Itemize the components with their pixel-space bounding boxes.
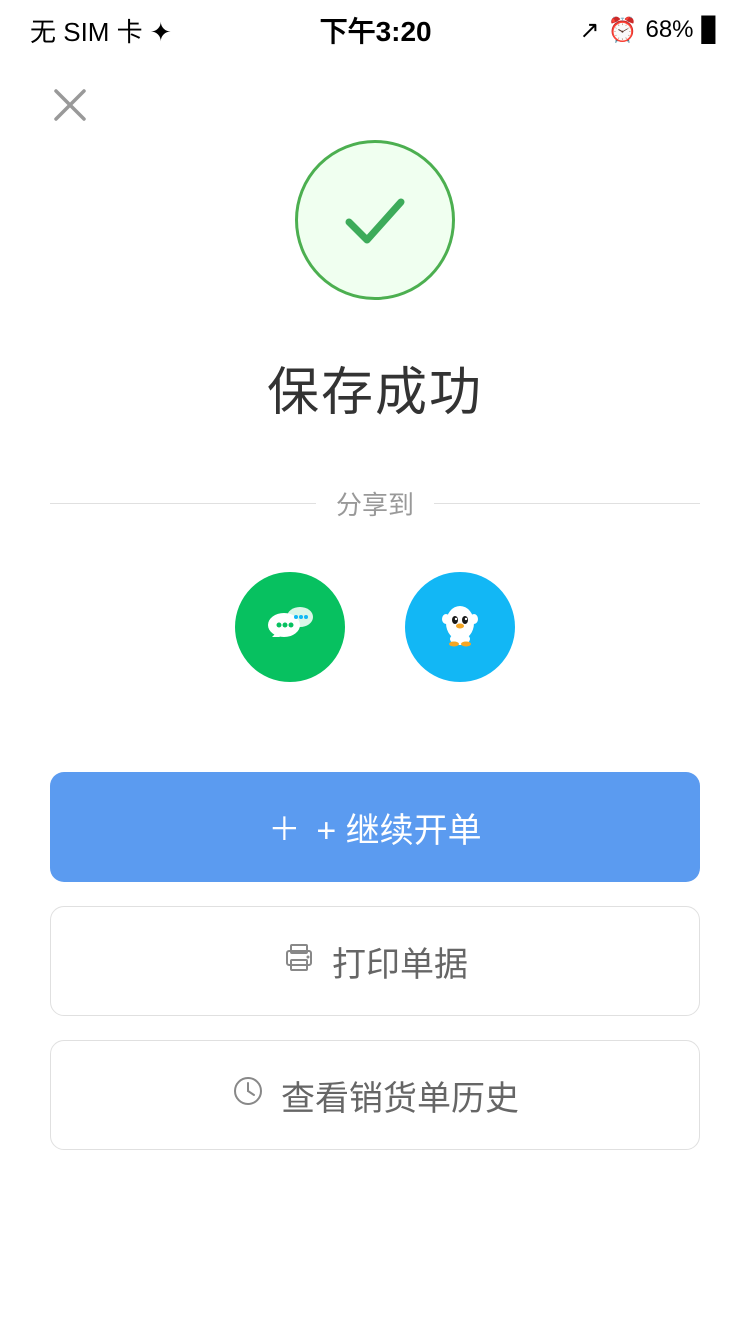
history-icon — [231, 1074, 265, 1116]
divider-right — [434, 503, 700, 504]
plus-icon: ＋ — [268, 804, 300, 850]
share-section: 分享到 — [0, 485, 750, 682]
success-circle — [295, 140, 455, 300]
alarm-icon: ⏰ — [608, 16, 638, 45]
print-label: 打印单据 — [332, 937, 468, 986]
close-icon — [52, 87, 88, 123]
print-button[interactable]: 打印单据 — [50, 906, 700, 1016]
share-label: 分享到 — [316, 485, 434, 522]
close-button[interactable] — [40, 75, 100, 135]
continue-button[interactable]: ＋ + 继续开单 — [50, 772, 700, 882]
divider-left — [50, 503, 316, 504]
qq-icon — [428, 595, 492, 659]
qq-share-button[interactable] — [405, 572, 515, 682]
checkmark-icon — [335, 180, 415, 260]
actions-section: ＋ + 继续开单 打印单据 查看销货单 — [0, 772, 750, 1150]
main-content: 保存成功 分享到 — [0, 60, 750, 1150]
share-icons — [50, 572, 700, 682]
battery-percent: 68% — [645, 16, 693, 44]
status-bar: 无 SIM 卡 ✦ 下午3:20 ↗ ⏰ 68% ▊ — [0, 0, 750, 60]
status-left: 无 SIM 卡 ✦ — [30, 12, 172, 49]
clock-icon — [231, 1074, 265, 1108]
print-icon — [282, 940, 316, 982]
share-divider: 分享到 — [50, 485, 700, 522]
status-time: 下午3:20 — [320, 10, 432, 50]
history-label: 查看销货单历史 — [281, 1071, 519, 1120]
status-right: ↗ ⏰ 68% ▊ — [579, 16, 720, 45]
battery-icon: ▊ — [702, 16, 720, 45]
wechat-share-button[interactable] — [235, 572, 345, 682]
continue-label: + 继续开单 — [316, 803, 481, 852]
wechat-icon — [258, 595, 322, 659]
success-title: 保存成功 — [267, 350, 483, 425]
location-icon: ↗ — [579, 16, 599, 45]
printer-icon — [282, 940, 316, 974]
history-button[interactable]: 查看销货单历史 — [50, 1040, 700, 1150]
